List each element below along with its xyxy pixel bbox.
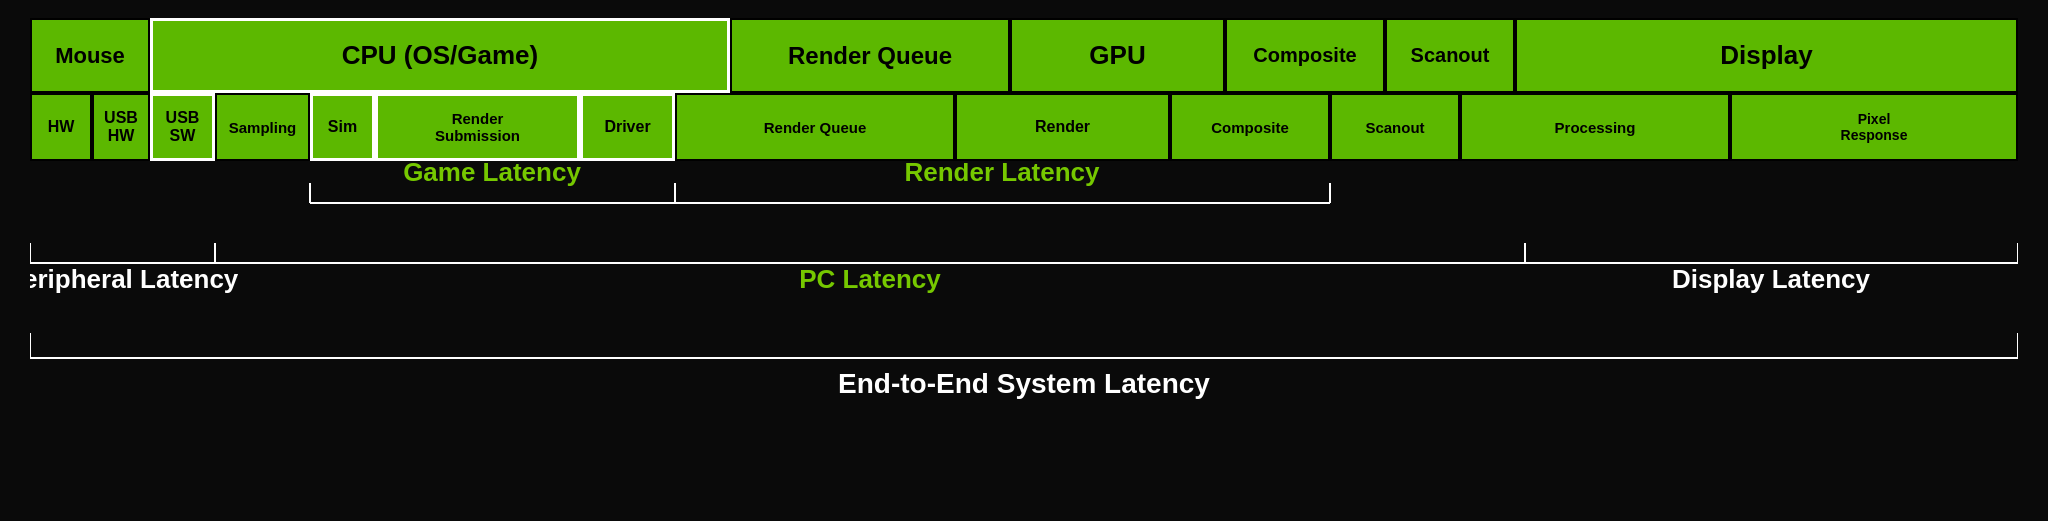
sub-render: Render [955, 93, 1170, 161]
sub-render-submission: RenderSubmission [375, 93, 580, 161]
sub-processing: Processing [1460, 93, 1730, 161]
latency-section: Game Latency Render Latency Peripheral L… [30, 163, 2018, 468]
main-container: Mouse CPU (OS/Game) Render Queue GPU Com… [0, 0, 2048, 521]
sub-sim: Sim [310, 93, 375, 161]
sub-sampling: Sampling [215, 93, 310, 161]
pc-latency-label: PC Latency [799, 264, 941, 294]
end-to-end-latency-label: End-to-End System Latency [838, 368, 1210, 399]
sub-composite: Composite [1170, 93, 1330, 161]
header-mouse: Mouse [30, 18, 150, 93]
sub-usb-sw: USB SW [150, 93, 215, 161]
sub-row: HW USB HW USB SW Sampling Sim RenderSubm… [30, 93, 2018, 161]
header-cpu: CPU (OS/Game) [150, 18, 730, 93]
game-latency-label: Game Latency [403, 163, 581, 187]
header-scanout: Scanout [1385, 18, 1515, 93]
sub-render-queue: Render Queue [675, 93, 955, 161]
render-latency-label: Render Latency [904, 163, 1100, 187]
sub-hw: HW [30, 93, 92, 161]
top-section: Mouse CPU (OS/Game) Render Queue GPU Com… [30, 18, 2018, 161]
sub-usb-hw: USB HW [92, 93, 150, 161]
header-composite: Composite [1225, 18, 1385, 93]
header-row: Mouse CPU (OS/Game) Render Queue GPU Com… [30, 18, 2018, 93]
sub-pixel-response: PixelResponse [1730, 93, 2018, 161]
header-gpu: GPU [1010, 18, 1225, 93]
display-latency-label: Display Latency [1672, 264, 1871, 294]
header-render-queue: Render Queue [730, 18, 1010, 93]
peripheral-latency-label: Peripheral Latency [30, 264, 239, 294]
sub-scanout: Scanout [1330, 93, 1460, 161]
header-display: Display [1515, 18, 2018, 93]
latency-svg: Game Latency Render Latency Peripheral L… [30, 163, 2018, 468]
sub-driver: Driver [580, 93, 675, 161]
